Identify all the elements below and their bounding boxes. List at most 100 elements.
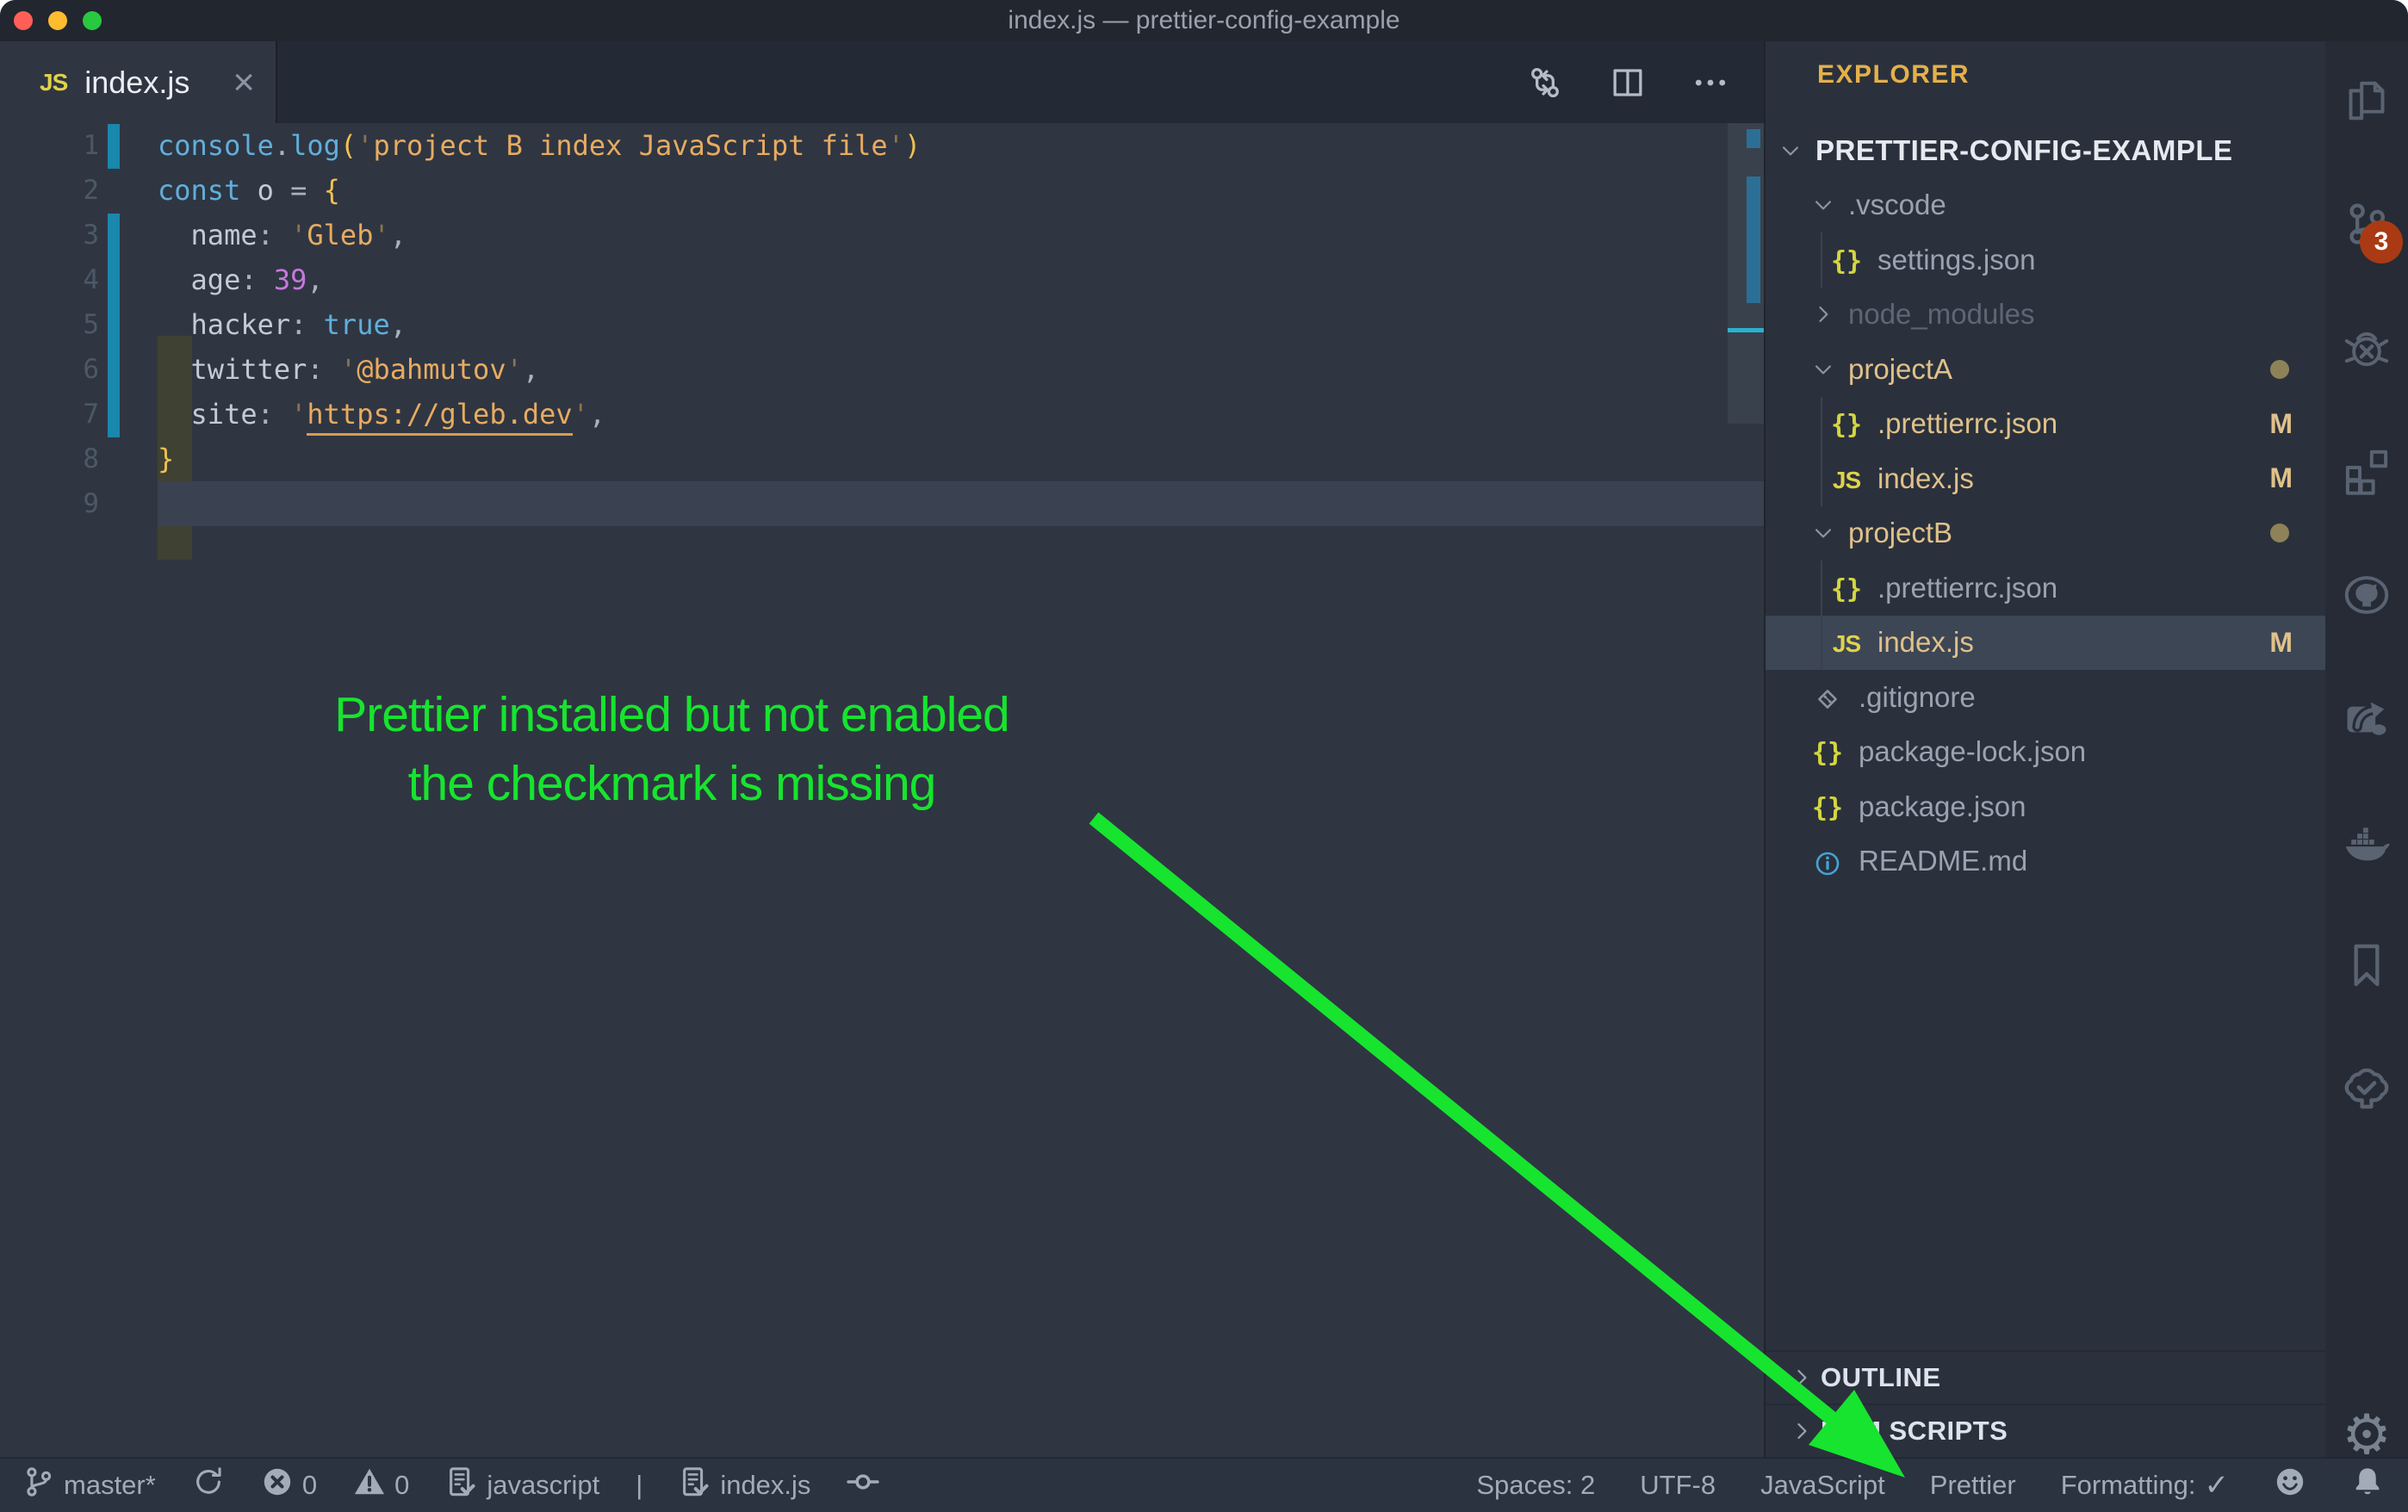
tree-item-package-json[interactable]: {}package.json (1766, 779, 2327, 834)
share-export-icon[interactable] (2325, 675, 2408, 761)
code-line-5[interactable]: 5 hacker: true, (0, 302, 1764, 347)
debug-disabled-icon[interactable] (2325, 305, 2408, 391)
target-icon (847, 1466, 879, 1505)
chevron-right-icon (1783, 1419, 1821, 1443)
tree-item-projectb[interactable]: projectB (1766, 506, 2327, 561)
close-tab-icon[interactable]: × (233, 64, 255, 102)
formatting-status[interactable]: Formatting:✓ (2061, 1468, 2229, 1503)
code-line-3[interactable]: 3 name: 'Gleb', (0, 213, 1764, 257)
encoding-status[interactable]: UTF-8 (1640, 1470, 1716, 1501)
chevron-right-icon (1783, 1366, 1821, 1390)
github-icon[interactable] (2325, 552, 2408, 638)
line-number: 6 (0, 354, 99, 385)
notifications-bell[interactable] (2351, 1466, 2384, 1505)
code-line-9[interactable]: 9 (0, 481, 1764, 526)
window-title: index.js — prettier-config-example (0, 0, 2408, 41)
warnings-status[interactable]: 0 (353, 1466, 409, 1505)
explorer-sidebar: EXPLORER PRETTIER-CONFIG-EXAMPLE.vscode{… (1764, 41, 2325, 1457)
feedback-smiley[interactable] (2274, 1466, 2306, 1505)
modified-badge: M (2269, 462, 2293, 494)
docker-icon[interactable] (2325, 799, 2408, 885)
tree-item-label: package-lock.json (1859, 735, 2086, 768)
section-label: OUTLINE (1821, 1362, 1941, 1393)
smiley-icon (2274, 1466, 2306, 1505)
status-label: master* (64, 1470, 156, 1501)
tree-item-readme-md[interactable]: README.md (1766, 834, 2327, 889)
tab-bar: JS index.js × (0, 41, 1764, 123)
code-line-6[interactable]: 6 twitter: '@bahmutov', (0, 347, 1764, 392)
split-editor-icon[interactable] (1607, 62, 1648, 103)
explorer-icon[interactable] (2325, 58, 2408, 144)
tree-item-index-js[interactable]: JSindex.jsM (1766, 616, 2327, 671)
sync-status[interactable] (192, 1466, 225, 1505)
tree-item-index-js[interactable]: JSindex.jsM (1766, 451, 2327, 506)
tree-item--prettierrc-json[interactable]: {}.prettierrc.jsonM (1766, 397, 2327, 452)
tree-item-prettier-config-example[interactable]: PRETTIER-CONFIG-EXAMPLE (1766, 123, 2327, 178)
source-control-icon[interactable]: 3 (2325, 181, 2408, 267)
status-separator: | (636, 1470, 642, 1501)
code-editor[interactable]: 1console.log('project B index JavaScript… (0, 123, 1764, 1457)
status-label: | (636, 1470, 642, 1501)
section-outline[interactable]: OUTLINE (1766, 1350, 2327, 1404)
tree-item-settings-json[interactable]: {} settings.json (1766, 232, 2327, 288)
tree-item-label: .vscode (1848, 189, 1946, 221)
extensions-icon[interactable] (2325, 428, 2408, 514)
line-number: 4 (0, 264, 99, 295)
tree-item-label: projectA (1848, 353, 1952, 386)
vscode-window: index.js — prettier-config-example JS in… (0, 0, 2408, 1512)
modified-badge: M (2269, 408, 2293, 440)
status-label: javascript (487, 1470, 599, 1501)
section-label: NPM SCRIPTS (1821, 1416, 2008, 1447)
code-text: age: 39, (99, 263, 324, 296)
code-text: const o = { (99, 174, 340, 207)
tree-item--gitignore[interactable]: .gitignore (1766, 670, 2327, 725)
language-status[interactable]: JavaScript (1760, 1470, 1885, 1501)
error-icon (261, 1466, 294, 1505)
git-branch-status[interactable]: master* (22, 1466, 156, 1505)
tab-label: index.js (84, 65, 233, 101)
code-line-1[interactable]: 1console.log('project B index JavaScript… (0, 123, 1764, 168)
chevron-down-icon (1810, 356, 1836, 382)
code-line-7[interactable]: 7 site: 'https://gleb.dev', (0, 392, 1764, 437)
tab-indexjs[interactable]: JS index.js × (0, 41, 277, 123)
tree-item-label: settings.json (1877, 244, 2035, 276)
tree-item-projecta[interactable]: projectA (1766, 342, 2327, 397)
eslint-file-status[interactable]: index.js (679, 1466, 810, 1505)
eslint-javascript-status[interactable]: javascript (445, 1466, 599, 1505)
tree-item-label: node_modules (1848, 298, 2035, 331)
chevron-down-icon (1810, 520, 1836, 546)
line-number: 2 (0, 175, 99, 206)
section-npm-scripts[interactable]: NPM SCRIPTS (1766, 1404, 2327, 1457)
screencast-status[interactable] (847, 1466, 879, 1505)
overview-ruler-cursor-mark (1728, 328, 1764, 332)
json-icon: {} (1828, 244, 1865, 276)
prettier-status[interactable]: Prettier (1930, 1470, 2016, 1501)
status-label: index.js (720, 1470, 810, 1501)
open-changes-icon[interactable] (1524, 62, 1566, 103)
todo-tree-icon[interactable] (2325, 1046, 2408, 1132)
tree-item-label: projectB (1848, 517, 1952, 549)
javascript-file-icon: JS (40, 69, 67, 96)
code-line-8[interactable]: 8} (0, 437, 1764, 481)
code-line-2[interactable]: 2const o = { (0, 168, 1764, 213)
json-icon: {} (1828, 407, 1865, 440)
more-actions-icon[interactable] (1690, 62, 1731, 103)
status-label: Spaces: 2 (1476, 1470, 1595, 1501)
activity-bar: 3 ⚙ (2325, 41, 2408, 1457)
json-icon: {} (1809, 735, 1846, 768)
line-number: 7 (0, 399, 99, 430)
tree-item-node-modules[interactable]: node_modules (1766, 288, 2327, 343)
code-line-4[interactable]: 4 age: 39, (0, 257, 1764, 302)
bookmarks-icon[interactable] (2325, 922, 2408, 1008)
warning-icon (353, 1466, 386, 1505)
indentation-status[interactable]: Spaces: 2 (1476, 1470, 1595, 1501)
code-text: name: 'Gleb', (99, 219, 407, 251)
tree-item--prettierrc-json[interactable]: {}.prettierrc.json (1766, 561, 2327, 616)
errors-status[interactable]: 0 (261, 1466, 317, 1505)
chevron-down-icon (1810, 192, 1836, 218)
json-icon: {} (1828, 572, 1865, 604)
tree-item-package-lock-json[interactable]: {} package-lock.json (1766, 725, 2327, 780)
tree-item--vscode[interactable]: .vscode (1766, 178, 2327, 233)
status-label: 0 (302, 1470, 317, 1501)
status-label: 0 (394, 1470, 409, 1501)
